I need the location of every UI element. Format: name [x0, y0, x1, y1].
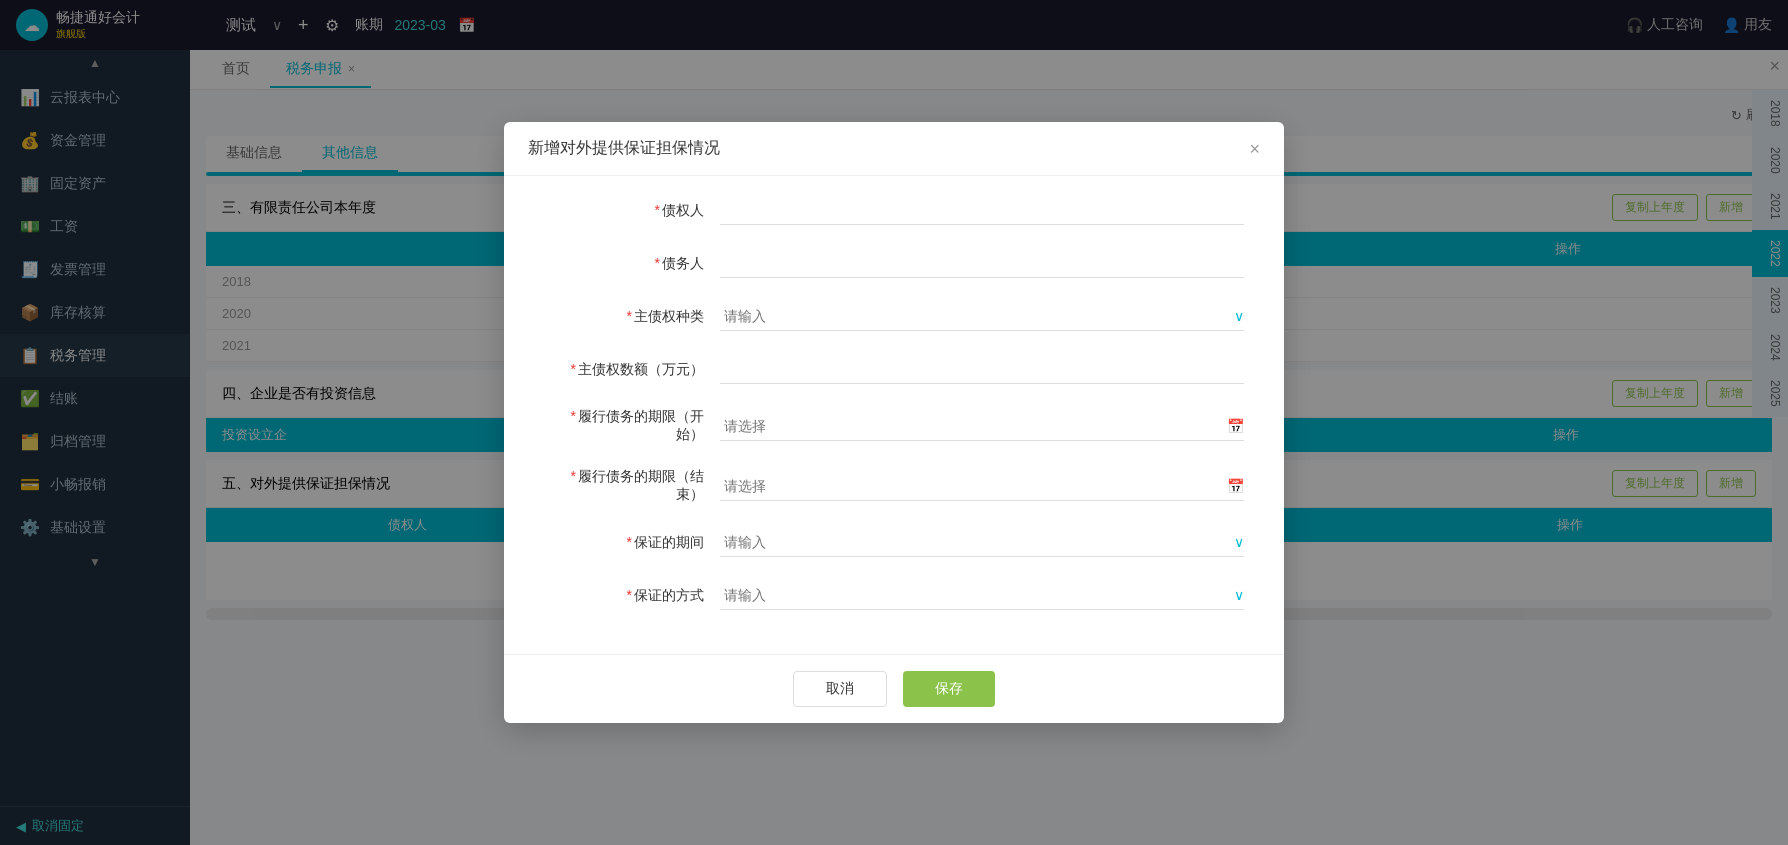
debt-period-end-label: *履行债务的期限（结束）	[544, 468, 704, 504]
guarantee-period-input[interactable]	[720, 528, 1234, 556]
main-claim-amount-input[interactable]	[720, 355, 1244, 384]
form-row-guarantee-method: *保证的方式 ∨	[544, 581, 1244, 610]
modal-dialog: 新增对外提供保证担保情况 × *债权人 *债务人 *	[504, 122, 1284, 723]
debt-period-end-date-wrapper: 📅	[720, 472, 1244, 501]
form-row-guarantee-period: *保证的期间 ∨	[544, 528, 1244, 557]
calendar-end-icon[interactable]: 📅	[1227, 478, 1244, 494]
modal-close-button[interactable]: ×	[1249, 140, 1260, 158]
form-row-debtor: *债务人	[544, 249, 1244, 278]
guarantee-method-input[interactable]	[720, 581, 1234, 609]
guarantee-period-select-wrapper: ∨	[720, 528, 1244, 557]
form-row-debt-period-end: *履行债务的期限（结束） 📅	[544, 468, 1244, 504]
save-button[interactable]: 保存	[903, 671, 995, 707]
debt-period-start-input[interactable]	[720, 412, 1227, 440]
main-claim-type-input[interactable]	[720, 302, 1234, 330]
modal-body: *债权人 *债务人 *主债权种类 ∨	[504, 176, 1284, 654]
debtor-input[interactable]	[720, 249, 1244, 278]
guarantee-method-label: *保证的方式	[544, 587, 704, 605]
guarantee-period-label: *保证的期间	[544, 534, 704, 552]
form-row-creditor: *债权人	[544, 196, 1244, 225]
debt-period-end-input[interactable]	[720, 472, 1227, 500]
main-claim-amount-label: *主债权数额（万元）	[544, 361, 704, 379]
modal-backdrop: 新增对外提供保证担保情况 × *债权人 *债务人 *	[0, 0, 1788, 845]
guarantee-method-select-wrapper: ∨	[720, 581, 1244, 610]
main-claim-type-label: *主债权种类	[544, 308, 704, 326]
form-row-debt-period-start: *履行债务的期限（开始） 📅	[544, 408, 1244, 444]
guarantee-period-arrow-icon[interactable]: ∨	[1234, 534, 1244, 550]
form-row-main-claim-amount: *主债权数额（万元）	[544, 355, 1244, 384]
debtor-label: *债务人	[544, 255, 704, 273]
main-claim-type-arrow-icon[interactable]: ∨	[1234, 308, 1244, 324]
guarantee-method-arrow-icon[interactable]: ∨	[1234, 587, 1244, 603]
main-claim-type-select-wrapper: ∨	[720, 302, 1244, 331]
debt-period-start-label: *履行债务的期限（开始）	[544, 408, 704, 444]
debt-period-start-date-wrapper: 📅	[720, 412, 1244, 441]
form-row-main-claim-type: *主债权种类 ∨	[544, 302, 1244, 331]
modal-footer: 取消 保存	[504, 654, 1284, 723]
creditor-input[interactable]	[720, 196, 1244, 225]
creditor-label: *债权人	[544, 202, 704, 220]
modal-header: 新增对外提供保证担保情况 ×	[504, 122, 1284, 176]
calendar-start-icon[interactable]: 📅	[1227, 418, 1244, 434]
modal-title: 新增对外提供保证担保情况	[528, 138, 720, 159]
cancel-button[interactable]: 取消	[793, 671, 887, 707]
